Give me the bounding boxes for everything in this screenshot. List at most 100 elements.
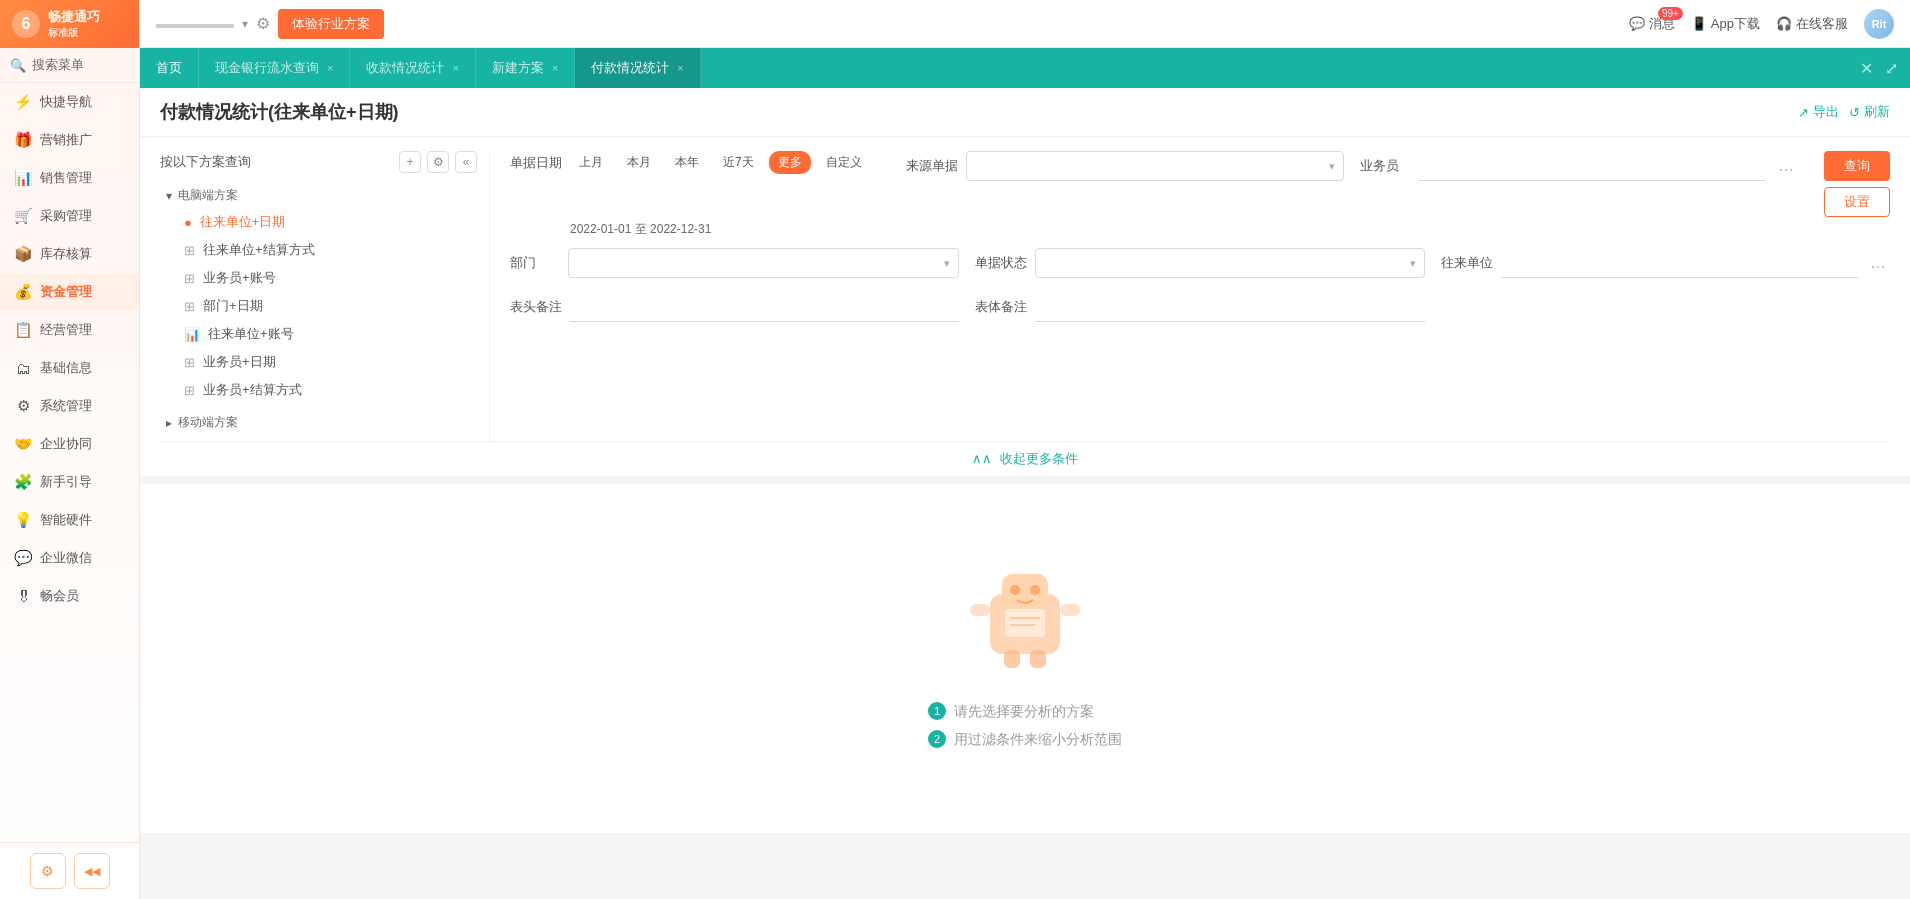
date-option-this-year[interactable]: 本年	[666, 151, 708, 174]
sidebar-item-hardware[interactable]: 💡 智能硬件	[0, 501, 139, 539]
sidebar-collapse-btn[interactable]: ◀◀	[74, 853, 110, 889]
trial-btn[interactable]: 体验行业方案	[278, 9, 384, 39]
date-option-7days[interactable]: 近7天	[714, 151, 763, 174]
collapse-bar[interactable]: ∧∧ 收起更多条件	[160, 441, 1890, 476]
tab-home[interactable]: 首页	[140, 48, 199, 88]
step-num-2: 2	[928, 730, 946, 748]
refresh-btn[interactable]: ↺ 刷新	[1849, 103, 1890, 121]
scheme-item-staff-account[interactable]: ⊞ 业务员+账号	[160, 264, 477, 292]
tab-bank-flow[interactable]: 现金银行流水查询 ×	[199, 48, 350, 88]
sidebar-item-inventory[interactable]: 📦 库存核算	[0, 235, 139, 273]
source-bill-arrow: ▾	[1329, 160, 1335, 173]
basic-icon: 🗂	[14, 359, 32, 377]
tab-recv-stat-close[interactable]: ×	[452, 62, 458, 74]
date-option-more[interactable]: 更多	[769, 151, 811, 174]
sidebar-item-enterprise[interactable]: 🤝 企业协同	[0, 425, 139, 463]
message-btn[interactable]: 💬 消息 99+	[1629, 15, 1675, 33]
sidebar-item-sales[interactable]: 📊 销售管理	[0, 159, 139, 197]
date-option-last-month[interactable]: 上月	[570, 151, 612, 174]
scheme-add-btn[interactable]: +	[399, 151, 421, 173]
scheme-item-dept-date[interactable]: ⊞ 部门+日期	[160, 292, 477, 320]
staff-input[interactable]	[1418, 151, 1766, 181]
empty-state: 1 请先选择要分析的方案 2 用过滤条件来缩小分析范围	[140, 484, 1910, 833]
date-option-custom[interactable]: 自定义	[817, 151, 871, 174]
query-btn[interactable]: 查询	[1824, 151, 1890, 181]
sidebar-item-fund[interactable]: 💰 资金管理	[0, 273, 139, 311]
search-menu[interactable]: 🔍 搜索菜单	[0, 48, 139, 83]
scheme-group-mobile-header[interactable]: ▸ 移动端方案	[160, 410, 477, 435]
nav-tabs: 首页 现金银行流水查询 × 收款情况统计 × 新建方案 × 付款情况统计 × ✕…	[140, 48, 1910, 88]
tab-pay-stat-close[interactable]: ×	[677, 62, 683, 74]
bill-status-select[interactable]: ▾	[1035, 248, 1424, 278]
quick-nav-icon: ⚡	[14, 93, 32, 111]
company-dropdown-arrow[interactable]: ▾	[242, 17, 248, 31]
sidebar-item-wechat[interactable]: 💬 企业微信	[0, 539, 139, 577]
purchase-icon: 🛒	[14, 207, 32, 225]
body-note-input[interactable]	[1035, 292, 1424, 322]
tab-recv-stat[interactable]: 收款情况统计 ×	[350, 48, 475, 88]
sidebar-item-operation[interactable]: 📋 经营管理	[0, 311, 139, 349]
tab-pay-stat[interactable]: 付款情况统计 ×	[575, 48, 700, 88]
user-avatar[interactable]: Rit	[1864, 9, 1894, 39]
filter-row-3: 表头备注 表体备注	[510, 292, 1890, 322]
page-title: 付款情况统计(往来单位+日期)	[160, 100, 399, 124]
online-service-btn[interactable]: 🎧 在线客服	[1776, 15, 1848, 33]
sidebar-item-system[interactable]: ⚙ 系统管理	[0, 387, 139, 425]
export-btn[interactable]: ↗ 导出	[1798, 103, 1839, 121]
filter-header-note: 表头备注	[510, 292, 959, 322]
tab-new-plan[interactable]: 新建方案 ×	[476, 48, 575, 88]
scheme-item-staff-date[interactable]: ⊞ 业务员+日期	[160, 348, 477, 376]
scheme-collapse-btn[interactable]: «	[455, 151, 477, 173]
dept-select[interactable]: ▾	[568, 248, 959, 278]
scheme-item-unit-settle[interactable]: ⊞ 往来单位+结算方式	[160, 236, 477, 264]
page-content: 付款情况统计(往来单位+日期) ↗ 导出 ↺ 刷新	[140, 88, 1910, 899]
page-actions: ↗ 导出 ↺ 刷新	[1798, 103, 1890, 121]
sidebar: 6 畅捷通巧 标准版 🔍 搜索菜单 ⚡ 快捷导航 🎁 营销推广 📊 销售管理 🛒…	[0, 0, 140, 899]
sidebar-item-basic[interactable]: 🗂 基础信息	[0, 349, 139, 387]
scheme-item-icon-2: ⊞	[184, 271, 195, 286]
scheme-item-unit-account[interactable]: 📊 往来单位+账号	[160, 320, 477, 348]
scheme-group-desktop-header[interactable]: ▾ 电脑端方案	[160, 183, 477, 208]
filter-settings-btn[interactable]: 设置	[1824, 187, 1890, 217]
filter-row-1: 单据日期 上月 本月 本年 近7天 更多 自定义	[510, 151, 1890, 217]
inventory-icon: 📦	[14, 245, 32, 263]
bill-status-arrow: ▾	[1410, 257, 1416, 270]
sidebar-item-purchase[interactable]: 🛒 采购管理	[0, 197, 139, 235]
tab-new-plan-close[interactable]: ×	[552, 62, 558, 74]
collapse-label: 收起更多条件	[1000, 451, 1078, 466]
topbar-gear-icon[interactable]: ⚙	[256, 14, 270, 33]
message-badge: 99+	[1658, 7, 1683, 20]
filter-staff: 业务员 …	[1360, 151, 1798, 181]
scheme-group-label: 电脑端方案	[178, 187, 238, 204]
logo-icon: 6	[12, 10, 40, 38]
filter-source-bill: 来源单据 ▾	[906, 151, 1344, 181]
source-bill-select[interactable]: ▾	[966, 151, 1344, 181]
enterprise-icon: 🤝	[14, 435, 32, 453]
sidebar-settings-btn[interactable]: ⚙	[30, 853, 66, 889]
sidebar-item-quick-nav[interactable]: ⚡ 快捷导航	[0, 83, 139, 121]
nav-expand-icon[interactable]: ⤢	[1881, 55, 1902, 82]
nav-close-icon[interactable]: ✕	[1856, 55, 1877, 82]
export-icon: ↗	[1798, 105, 1809, 120]
scheme-group-mobile: ▸ 移动端方案	[160, 410, 477, 435]
staff-dotted[interactable]: …	[1774, 157, 1798, 175]
content-area: 1 请先选择要分析的方案 2 用过滤条件来缩小分析范围	[140, 484, 1910, 833]
sidebar-item-guide[interactable]: 🧩 新手引导	[0, 463, 139, 501]
scheme-item-staff-settle[interactable]: ⊞ 业务员+结算方式	[160, 376, 477, 404]
app-download-btn[interactable]: 📱 App下载	[1691, 15, 1760, 33]
scheme-gear-btn[interactable]: ⚙	[427, 151, 449, 173]
filter-right: 单据日期 上月 本月 本年 近7天 更多 自定义	[490, 151, 1890, 441]
date-option-this-month[interactable]: 本月	[618, 151, 660, 174]
date-range-text: 2022-01-01 至 2022-12-31	[570, 222, 711, 236]
scheme-item-unit-date[interactable]: ● 往来单位+日期	[160, 208, 477, 236]
related-unit-input[interactable]	[1501, 248, 1858, 278]
header-note-input[interactable]	[570, 292, 959, 322]
headset-icon: 🎧	[1776, 16, 1792, 31]
sidebar-item-vip[interactable]: 🎖 畅会员	[0, 577, 139, 615]
tab-bank-flow-close[interactable]: ×	[327, 62, 333, 74]
page-inner: 付款情况统计(往来单位+日期) ↗ 导出 ↺ 刷新	[140, 88, 1910, 833]
sidebar-item-marketing[interactable]: 🎁 营销推广	[0, 121, 139, 159]
scheme-item-icon-4: 📊	[184, 327, 200, 342]
related-unit-dotted[interactable]: …	[1866, 254, 1890, 272]
scheme-item-icon-3: ⊞	[184, 299, 195, 314]
